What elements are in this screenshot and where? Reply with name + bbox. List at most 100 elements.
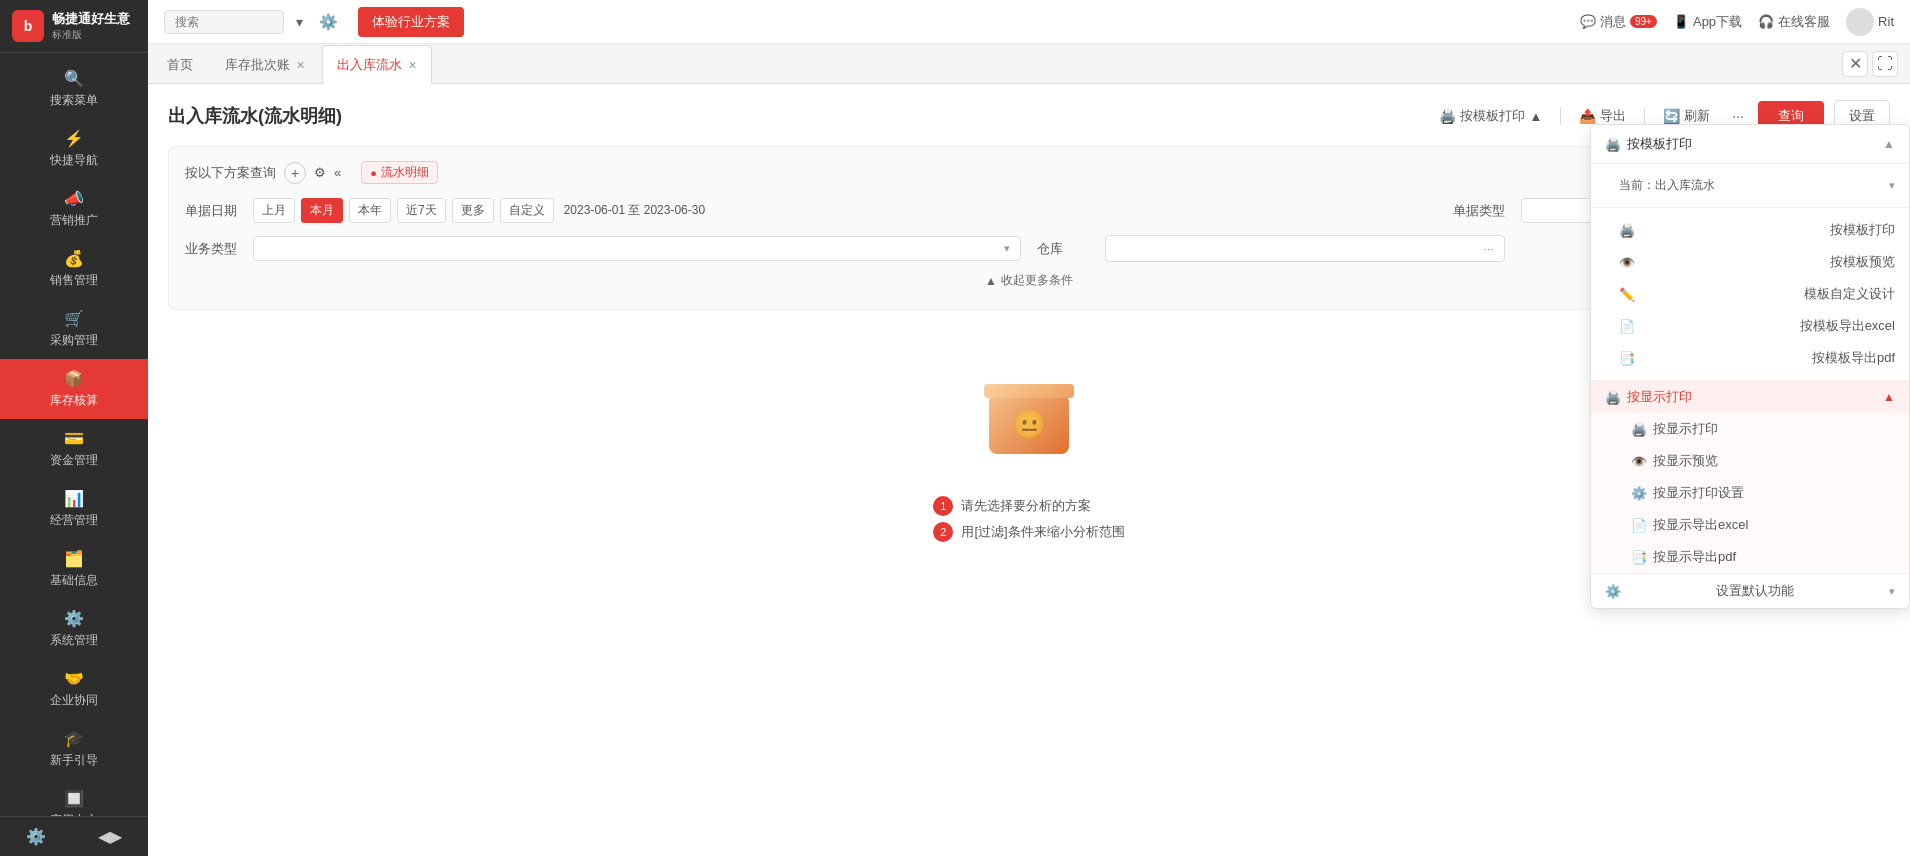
print-template-preview-btn[interactable]: 👁️ 按模板预览 [1591,246,1909,278]
footer-gear-icon: ⚙️ [1605,584,1621,599]
settings-bottom-icon[interactable]: ⚙️ [26,827,46,846]
print-template-btn[interactable]: 🖨️ 按模板打印 ▲ [1431,103,1550,129]
sidebar-item-label: 采购管理 [50,332,98,349]
date-btn-thisyear[interactable]: 本年 [349,198,391,223]
display-excel-btn[interactable]: 📄 按显示导出excel [1591,509,1909,541]
sidebar-item-apps[interactable]: 🔲 应用中心 [0,779,148,816]
online-service-btn[interactable]: 🎧 在线客服 [1758,13,1830,31]
tab-batch[interactable]: 库存批次账 ✕ [210,45,320,84]
print-group-current: 当前：出入库流水 ▾ [1591,164,1909,208]
sidebar-item-purchase[interactable]: 🛒 采购管理 [0,299,148,359]
version-label: 标准版 [52,28,130,41]
message-badge: 99+ [1630,15,1657,28]
sidebar-item-basic[interactable]: 🗂️ 基础信息 [0,539,148,599]
date-btn-thismonth[interactable]: 本月 [301,198,343,223]
sidebar-item-operation[interactable]: 📊 经营管理 [0,479,148,539]
sidebar-item-label: 销售管理 [50,272,98,289]
experience-btn[interactable]: 体验行业方案 [358,7,464,37]
tabbar: 首页 库存批次账 ✕ 出入库流水 ✕ ✕ ⛶ [148,44,1910,84]
sidebar-item-search[interactable]: 🔍 搜索菜单 [0,59,148,119]
search-settings-icon[interactable]: ⚙ [314,165,326,180]
date-range: 2023-06-01 至 2023-06-30 [564,202,705,219]
filter-tag[interactable]: ● 流水明细 [361,161,438,184]
display-settings-icon: ⚙️ [1631,486,1647,501]
finance-icon: 💳 [64,429,84,448]
filter-tag-label: 流水明细 [381,164,429,181]
biz-type-label: 业务类型 [185,240,245,258]
display-preview-label: 按显示预览 [1653,452,1718,470]
sidebar-item-collab[interactable]: 🤝 企业协同 [0,659,148,719]
print-tmpl-pdf-icon: 📑 [1619,351,1635,366]
template-design-label: 模板自定义设计 [1804,285,1895,303]
current-arrow: ▾ [1889,179,1895,192]
tab-flow[interactable]: 出入库流水 ✕ [322,45,432,84]
display-print-btn[interactable]: 🖨️ 按显示打印 [1591,413,1909,445]
template-custom-design-btn[interactable]: ✏️ 模板自定义设计 [1591,278,1909,310]
biz-type-select[interactable]: ▾ [253,236,1021,261]
warehouse-label: 仓库 [1037,240,1097,258]
print-tmpl-preview-icon: 👁️ [1619,255,1635,270]
print-dropdown-title-text: 按模板打印 [1627,135,1692,153]
display-preview-btn[interactable]: 👁️ 按显示预览 [1591,445,1909,477]
print-dropdown-up-chevron[interactable]: ▲ [1883,137,1895,151]
topbar-gear-icon[interactable]: ⚙️ [319,13,338,31]
print-template-print-btn[interactable]: 🖨️ 按模板打印 [1591,214,1909,246]
display-pdf-label: 按显示导出pdf [1653,548,1736,566]
date-btn-7days[interactable]: 近7天 [397,198,446,223]
date-btn-lastmonth[interactable]: 上月 [253,198,295,223]
date-btn-custom[interactable]: 自定义 [500,198,554,223]
sidebar-item-label: 搜索菜单 [50,92,98,109]
sidebar-item-system[interactable]: ⚙️ 系统管理 [0,599,148,659]
print-display-section: 🖨️ 按显示打印 ▲ 🖨️ 按显示打印 👁️ 按显示预览 [1591,381,1909,573]
footer-label: 设置默认功能 [1716,582,1794,600]
date-btn-more[interactable]: 更多 [452,198,494,223]
sidebar-item-quicknav[interactable]: ⚡ 快捷导航 [0,119,148,179]
print-display-header[interactable]: 🖨️ 按显示打印 ▲ [1591,381,1909,413]
print-template-pdf-btn[interactable]: 📑 按模板导出pdf [1591,342,1909,374]
brand-name: 畅捷通好生意 [52,11,130,28]
export-icon: 📤 [1579,108,1596,124]
display-print-settings-btn[interactable]: ⚙️ 按显示打印设置 [1591,477,1909,509]
sidebar-bottom: ⚙️ ◀▶ [0,816,148,856]
expand-btn[interactable]: ⛶ [1872,51,1898,77]
biz-type-field: 业务类型 ▾ [185,236,1021,261]
sidebar-item-sales[interactable]: 💰 销售管理 [0,239,148,299]
divider1 [1560,107,1561,125]
bill-type-label: 单据类型 [1453,202,1513,220]
print-template-excel-btn[interactable]: 📄 按模板导出excel [1591,310,1909,342]
print-footer-default-btn[interactable]: ⚙️ 设置默认功能 ▾ [1591,573,1909,608]
message-btn[interactable]: 💬 消息 99+ [1580,13,1657,31]
search-dropdown-icon[interactable]: ▾ [296,14,303,30]
print-tmpl-print-label: 按模板打印 [1830,221,1895,239]
sidebar-item-guide[interactable]: 🎓 新手引导 [0,719,148,779]
search-add-btn[interactable]: + [284,162,306,184]
collapse-icon[interactable]: ◀▶ [98,827,122,846]
user-avatar-btn[interactable]: Rit [1846,8,1894,36]
display-section-chevron: ▲ [1883,390,1895,404]
empty-step-2: 2 用[过滤]条件来缩小分析范围 [933,522,1124,542]
app-download-btn[interactable]: 📱 App下载 [1673,13,1742,31]
close-all-btn[interactable]: ✕ [1842,51,1868,77]
print-dropdown-title: 🖨️ 按模板打印 [1605,135,1692,153]
template-design-icon: ✏️ [1619,287,1635,302]
sidebar-item-finance[interactable]: 💳 资金管理 [0,419,148,479]
search-input[interactable] [164,10,284,34]
sidebar-item-label: 经营管理 [50,512,98,529]
sidebar-item-marketing[interactable]: 📣 营销推广 [0,179,148,239]
search-collapse-icon[interactable]: « [334,165,341,180]
tab-home[interactable]: 首页 [152,45,208,84]
print-tmpl-pdf-label: 按模板导出pdf [1812,349,1895,367]
tab-batch-close[interactable]: ✕ [296,59,305,72]
tab-flow-close[interactable]: ✕ [408,59,417,72]
sidebar-item-inventory[interactable]: 📦 库存核算 [0,359,148,419]
print-display-icon: 🖨️ [1605,390,1621,405]
display-pdf-icon: 📑 [1631,550,1647,565]
export-label: 导出 [1600,107,1626,125]
print-icon: 🖨️ [1439,108,1456,124]
search-header-label: 按以下方案查询 [185,164,276,182]
tab-home-label: 首页 [167,56,193,74]
online-service-label: 在线客服 [1778,13,1830,31]
display-pdf-btn[interactable]: 📑 按显示导出pdf [1591,541,1909,573]
warehouse-select[interactable]: ··· [1105,235,1505,262]
message-label: 消息 [1600,13,1626,31]
